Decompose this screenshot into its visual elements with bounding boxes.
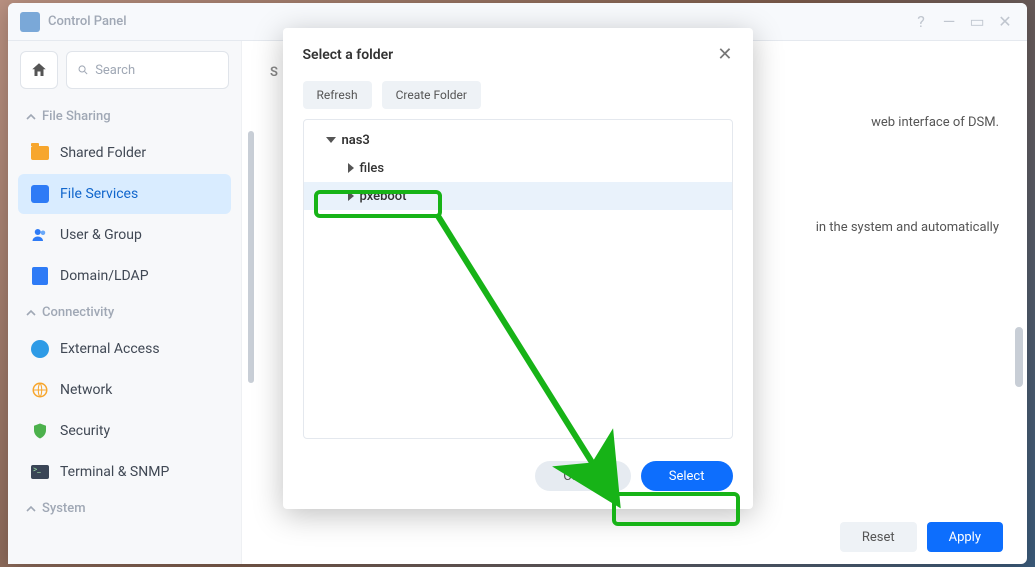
cancel-button[interactable]: Cancel [535, 461, 631, 491]
modal-close-icon[interactable]: ✕ [717, 44, 732, 65]
tree-label: files [360, 161, 385, 176]
folder-tree[interactable]: nas3 files pxeboot [303, 119, 733, 439]
tree-node-root[interactable]: nas3 [304, 126, 732, 154]
select-folder-modal: Select a folder ✕ Refresh Create Folder … [283, 28, 753, 509]
expand-right-icon[interactable] [348, 163, 354, 173]
tree-node-files[interactable]: files [304, 154, 732, 182]
tree-label: pxeboot [360, 189, 407, 204]
modal-backdrop: Select a folder ✕ Refresh Create Folder … [0, 0, 1035, 567]
expand-right-icon[interactable] [348, 191, 354, 201]
create-folder-button[interactable]: Create Folder [382, 81, 481, 109]
refresh-button[interactable]: Refresh [303, 81, 372, 109]
modal-title: Select a folder [303, 47, 718, 63]
select-button[interactable]: Select [641, 461, 733, 491]
tree-node-pxeboot[interactable]: pxeboot [304, 182, 732, 210]
expand-down-icon[interactable] [326, 137, 336, 143]
tree-label: nas3 [342, 133, 370, 148]
